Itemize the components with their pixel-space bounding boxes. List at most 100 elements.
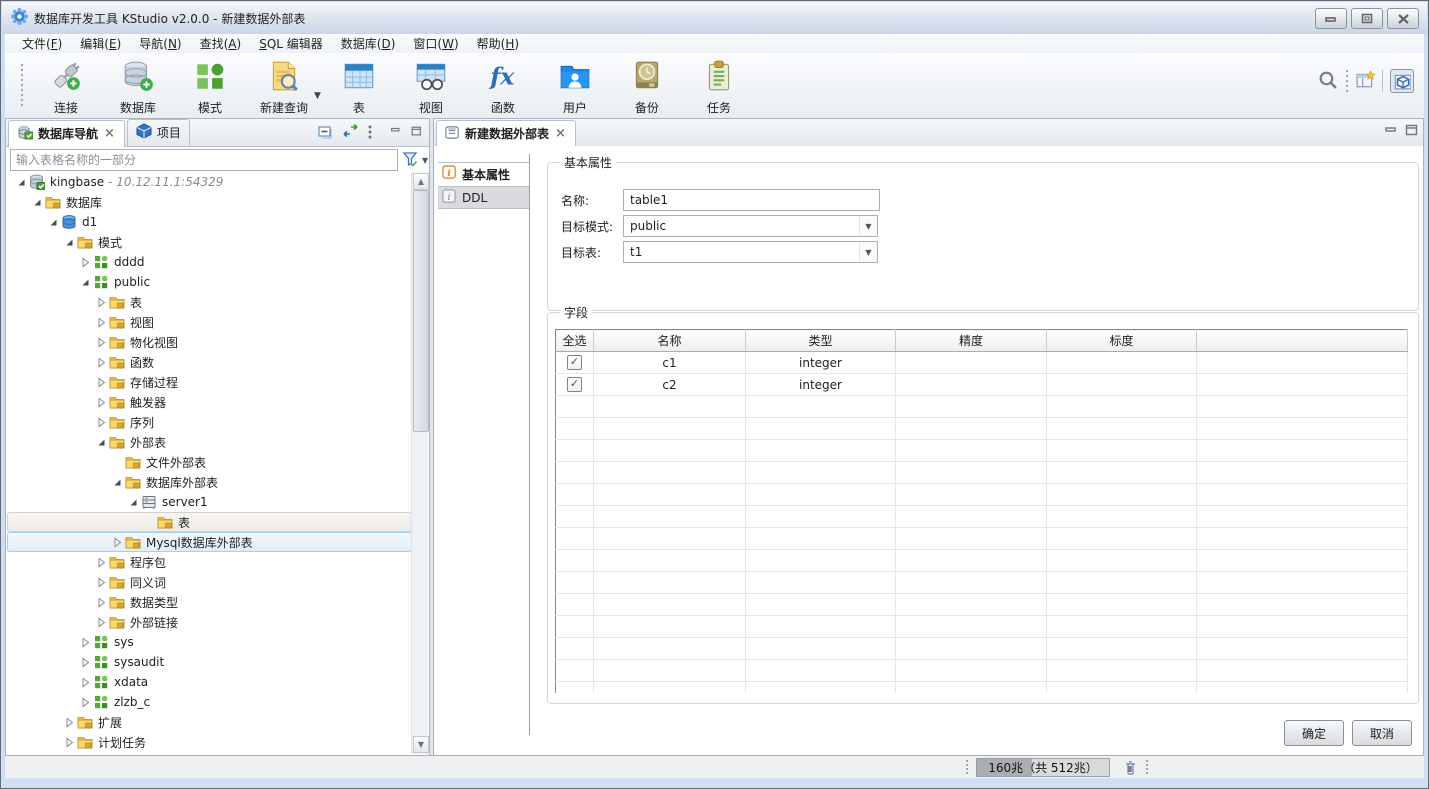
editor-tab-close-icon[interactable]: × — [554, 127, 567, 140]
editor-maximize-icon[interactable] — [1405, 124, 1418, 139]
expand-arrow-icon[interactable] — [64, 717, 75, 728]
column-header-类型[interactable]: 类型 — [745, 329, 896, 352]
expand-arrow-icon[interactable] — [96, 417, 107, 428]
perspective-icon[interactable] — [1390, 69, 1414, 93]
sidebar-tab-project[interactable]: 项目 — [126, 119, 190, 146]
cell-name[interactable]: c2 — [593, 373, 746, 396]
editor-nav-ddl[interactable]: i DDL — [438, 186, 530, 209]
tree-item-public[interactable]: public — [7, 272, 412, 292]
collapse-arrow-icon[interactable] — [64, 237, 75, 248]
cell-type[interactable]: integer — [745, 351, 896, 374]
name-input[interactable]: table1 — [623, 189, 880, 211]
tree-item-extensions[interactable]: 扩展 — [7, 712, 412, 732]
expand-arrow-icon[interactable] — [112, 537, 123, 548]
window-restore-button[interactable] — [1351, 8, 1383, 29]
window-minimize-button[interactable] — [1315, 8, 1347, 29]
tree-item-scheduled-jobs[interactable]: 计划任务 — [7, 732, 412, 752]
tree-item-procedures[interactable]: 存储过程 — [7, 372, 412, 392]
open-perspective-icon[interactable] — [1356, 70, 1376, 92]
tree-item-xdata[interactable]: xdata — [7, 672, 412, 692]
link-editor-icon[interactable] — [342, 123, 358, 143]
tree-item-materialized-views[interactable]: 物化视图 — [7, 332, 412, 352]
cell-type[interactable]: integer — [745, 373, 896, 396]
column-header-名称[interactable]: 名称 — [593, 329, 746, 352]
column-header-标度[interactable]: 标度 — [1046, 329, 1197, 352]
window-close-button[interactable] — [1387, 8, 1419, 29]
heap-status-widget[interactable]: 160兆（共 512兆） — [976, 758, 1110, 777]
tree-item-file-external-tables[interactable]: 文件外部表 — [7, 452, 412, 472]
tree-item-clipped-item[interactable] — [7, 752, 412, 754]
view-menu-icon[interactable] — [366, 124, 382, 143]
menu-item-file[interactable]: 文件(F) — [13, 33, 71, 54]
tree-item-kingbase[interactable]: kingbase - 10.12.11.1:54329 — [7, 172, 412, 192]
toolbar-button-backup[interactable]: 备份 — [611, 53, 683, 120]
row-checkbox[interactable]: ✓ — [567, 377, 582, 392]
tree-item-sysaudit[interactable]: sysaudit — [7, 652, 412, 672]
search-icon[interactable] — [1318, 70, 1337, 92]
column-header-精度[interactable]: 精度 — [895, 329, 1047, 352]
tree-item-external-tables[interactable]: 外部表 — [7, 432, 412, 452]
expand-arrow-icon[interactable] — [80, 677, 91, 688]
collapse-arrow-icon[interactable] — [128, 497, 139, 508]
filter-dropdown-icon[interactable]: ▼ — [422, 156, 428, 165]
tree-item-server1[interactable]: server1 — [7, 492, 412, 512]
menu-item-window[interactable]: 窗口(W) — [404, 33, 467, 54]
toolbar-button-table[interactable]: 表 — [323, 53, 395, 120]
tree-item-mysql-external-tables[interactable]: Mysql数据库外部表 — [7, 532, 412, 552]
editor-tab-new-external-table[interactable]: 新建数据外部表 × — [436, 120, 576, 147]
toolbar-button-task[interactable]: 任务 — [683, 53, 755, 120]
cancel-button[interactable]: 取消 — [1352, 720, 1412, 746]
field-row-c1[interactable]: ✓ c1 integer — [555, 351, 1408, 374]
expand-arrow-icon[interactable] — [80, 637, 91, 648]
menu-item-navigate[interactable]: 导航(N) — [130, 33, 190, 54]
tree-item-databases-folder[interactable]: 数据库 — [7, 192, 412, 212]
expand-arrow-icon[interactable] — [64, 737, 75, 748]
tree-item-sys[interactable]: sys — [7, 632, 412, 652]
toolbar-button-schema[interactable]: 模式 — [174, 53, 246, 120]
expand-arrow-icon[interactable] — [80, 697, 91, 708]
filter-funnel-icon[interactable] — [402, 151, 418, 170]
tree-item-synonyms[interactable]: 同义词 — [7, 572, 412, 592]
toolbar-button-view[interactable]: 视图 — [395, 53, 467, 120]
tree-scrollbar[interactable]: ▲ ▼ — [411, 172, 429, 754]
tab-close-icon[interactable]: × — [103, 127, 116, 140]
menu-item-sql-editor[interactable]: SQL 编辑器 — [250, 33, 332, 54]
menu-item-search[interactable]: 查找(A) — [191, 33, 251, 54]
cell-precision[interactable] — [895, 351, 1047, 374]
column-header-extra[interactable] — [1196, 329, 1408, 352]
collapse-all-icon[interactable] — [318, 124, 334, 143]
row-checkbox[interactable]: ✓ — [567, 355, 582, 370]
scroll-down-icon[interactable]: ▼ — [413, 736, 429, 753]
expand-arrow-icon[interactable] — [96, 317, 107, 328]
tree-item-schemas-folder[interactable]: 模式 — [7, 232, 412, 252]
collapse-arrow-icon[interactable] — [48, 217, 59, 228]
editor-minimize-icon[interactable] — [1384, 125, 1397, 139]
collapse-arrow-icon[interactable] — [80, 277, 91, 288]
collapse-arrow-icon[interactable] — [112, 477, 123, 488]
menu-item-database[interactable]: 数据库(D) — [332, 33, 405, 54]
target-schema-combo[interactable]: public ▼ — [623, 215, 878, 237]
tree-item-zlzb-c[interactable]: zlzb_c — [7, 692, 412, 712]
cell-precision[interactable] — [895, 373, 1047, 396]
combo-dropdown-icon[interactable]: ▼ — [859, 216, 877, 236]
expand-arrow-icon[interactable] — [96, 337, 107, 348]
toolbar-button-new-query[interactable]: 新建查询 — [246, 53, 322, 120]
tree-item-tables[interactable]: 表 — [7, 292, 412, 312]
tree-item-db-external-tables[interactable]: 数据库外部表 — [7, 472, 412, 492]
expand-arrow-icon[interactable] — [96, 357, 107, 368]
toolbar-drag-handle[interactable] — [19, 63, 24, 107]
toolbar-button-function[interactable]: fx 函数 — [467, 53, 539, 120]
new-query-dropdown-icon[interactable]: ▼ — [314, 91, 321, 101]
ok-button[interactable]: 确定 — [1284, 720, 1344, 746]
tree-item-db-links[interactable]: 外部链接 — [7, 612, 412, 632]
minimize-icon[interactable] — [390, 126, 403, 142]
expand-arrow-icon[interactable] — [80, 257, 91, 268]
garbage-collect-trash-icon[interactable] — [1120, 758, 1140, 776]
combo-dropdown-icon[interactable]: ▼ — [859, 242, 877, 262]
expand-arrow-icon[interactable] — [96, 397, 107, 408]
toolbar-button-connect[interactable]: 连接 — [30, 53, 102, 120]
sidebar-tab-db-navigator[interactable]: 数据库导航 × — [8, 120, 125, 147]
tree-item-data-types[interactable]: 数据类型 — [7, 592, 412, 612]
cell-scale[interactable] — [1046, 351, 1197, 374]
collapse-arrow-icon[interactable] — [32, 197, 43, 208]
